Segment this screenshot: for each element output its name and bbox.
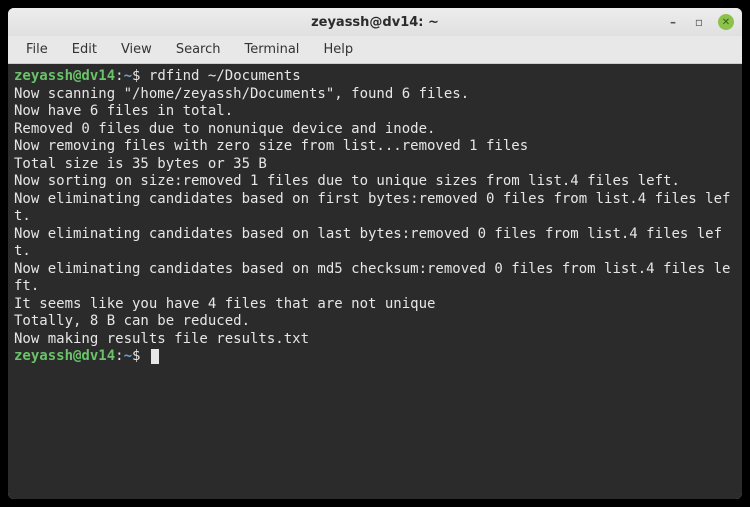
output-line: Now removing files with zero size from l…: [14, 138, 528, 154]
prompt-dollar: $: [132, 68, 140, 84]
menu-terminal[interactable]: Terminal: [234, 38, 309, 61]
menu-edit[interactable]: Edit: [62, 38, 107, 61]
terminal-content[interactable]: zeyassh@dv14:~$ rdfind ~/Documents Now s…: [8, 64, 742, 499]
window-controls: – ▫ ✕: [666, 14, 734, 30]
prompt-colon: :: [115, 68, 123, 84]
output-line: Total size is 35 bytes or 35 B: [14, 156, 267, 172]
output-line: Now scanning "/home/zeyassh/Documents", …: [14, 86, 469, 102]
output-line: Now eliminating candidates based on md5 …: [14, 261, 730, 295]
output-line: Now have 6 files in total.: [14, 103, 233, 119]
menubar: File Edit View Search Terminal Help: [8, 36, 742, 64]
prompt-path: ~: [124, 68, 132, 84]
prompt-dollar: $: [132, 348, 140, 364]
menu-help[interactable]: Help: [313, 38, 363, 61]
close-button[interactable]: ✕: [718, 14, 734, 30]
prompt-user-host: zeyassh@dv14: [14, 348, 115, 364]
output-line: Now eliminating candidates based on last…: [14, 226, 722, 260]
prompt-user-host: zeyassh@dv14: [14, 68, 115, 84]
prompt-path: ~: [124, 348, 132, 364]
menu-file[interactable]: File: [16, 38, 58, 61]
output-line: Removed 0 files due to nonunique device …: [14, 121, 435, 137]
menu-view[interactable]: View: [111, 38, 162, 61]
minimize-button[interactable]: –: [666, 15, 680, 29]
window-title: zeyassh@dv14: ~: [311, 15, 439, 30]
prompt-colon: :: [115, 348, 123, 364]
cursor-icon: [151, 349, 159, 364]
command-text: rdfind ~/Documents: [149, 68, 301, 84]
output-line: Now eliminating candidates based on firs…: [14, 191, 730, 225]
output-line: Now making results file results.txt: [14, 331, 309, 347]
titlebar: zeyassh@dv14: ~ – ▫ ✕: [8, 8, 742, 36]
menu-search[interactable]: Search: [166, 38, 231, 61]
output-line: It seems like you have 4 files that are …: [14, 296, 435, 312]
output-line: Now sorting on size:removed 1 files due …: [14, 173, 680, 189]
terminal-window: zeyassh@dv14: ~ – ▫ ✕ File Edit View Sea…: [8, 8, 742, 499]
output-line: Totally, 8 B can be reduced.: [14, 313, 250, 329]
maximize-button[interactable]: ▫: [692, 15, 706, 29]
